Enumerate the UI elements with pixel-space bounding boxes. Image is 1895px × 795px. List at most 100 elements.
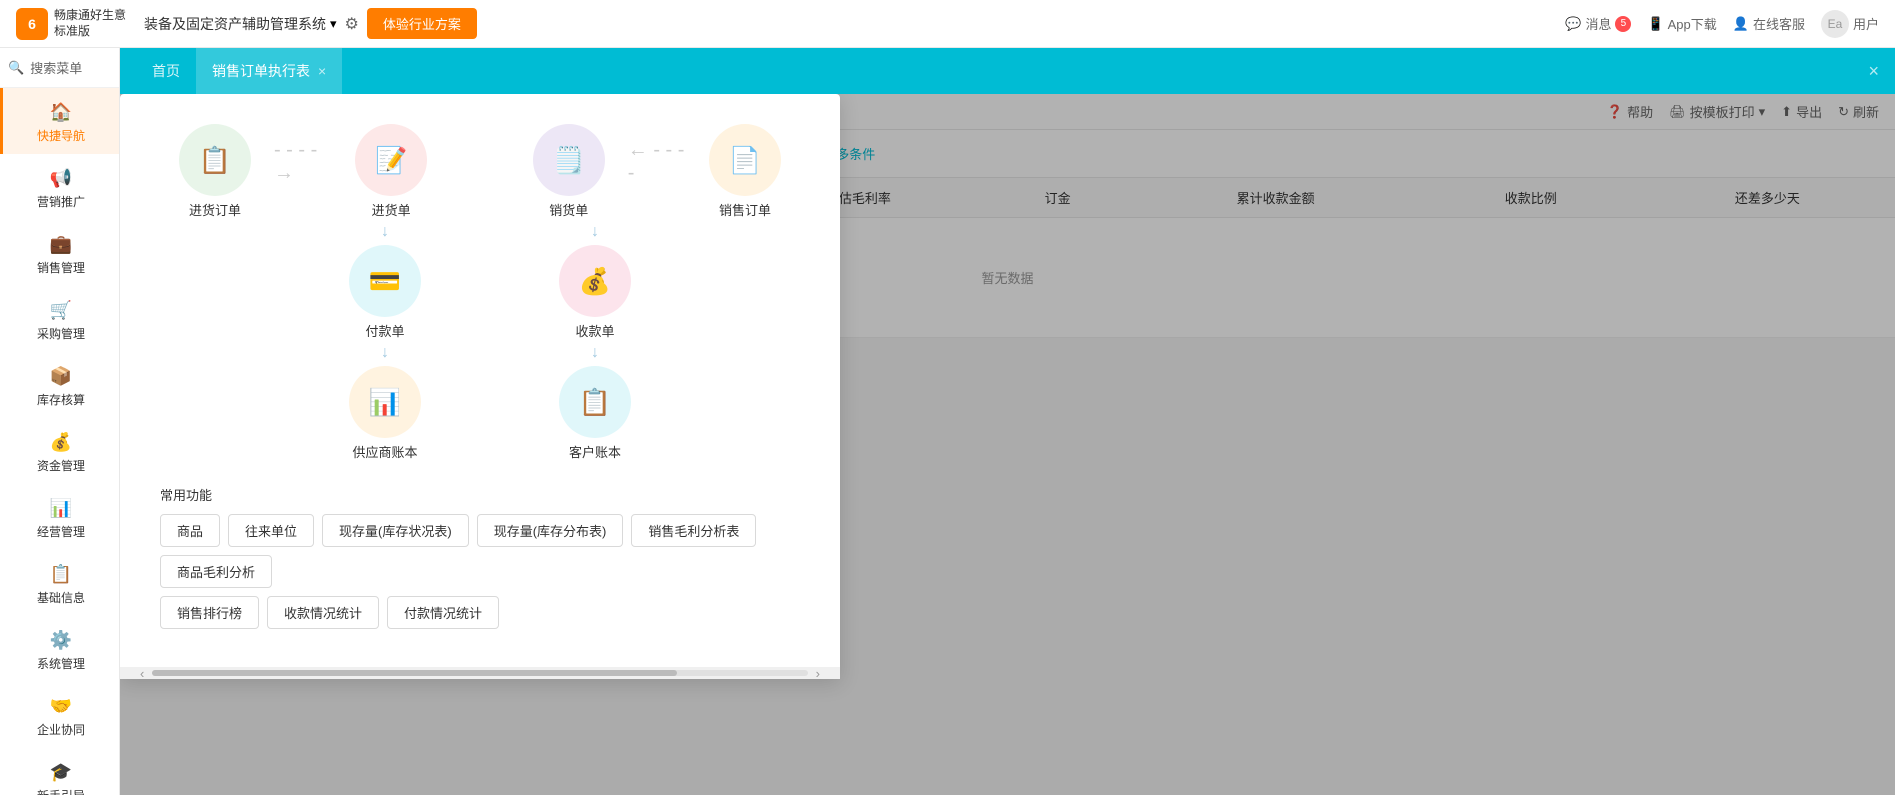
payment-slip-label: 付款单 [365,321,404,340]
payment-slip-circle[interactable]: 💳 [349,245,421,317]
download-icon: 📱 [1647,16,1663,32]
home-icon: 🏠 [50,102,72,123]
sales-order-node[interactable]: 📄 销售订单 [690,124,800,219]
purchase-invoice-node[interactable]: 📝 进货单 [336,124,446,219]
sidebar-item-label: 系统管理 [37,655,85,672]
marketing-icon: 📢 [50,168,72,189]
sidebar-item-label: 企业协同 [37,721,85,738]
sidebar-item-label: 经营管理 [37,523,85,540]
scroll-right-icon[interactable]: › [816,666,820,681]
sidebar-item-enterprise[interactable]: 🤝 企业协同 [0,682,119,748]
func-btn-stock-dist[interactable]: 现存量(库存分布表) [477,514,624,547]
func-btn-stock-status[interactable]: 现存量(库存状况表) [322,514,469,547]
user-avatar: Ea [1821,10,1849,38]
inventory-icon: 📦 [50,366,72,387]
spacer9 [450,344,530,362]
func-btn-receipt-stat[interactable]: 收款情况统计 [267,596,379,629]
scrollbar-track[interactable] [152,670,807,676]
try-button[interactable]: 体验行业方案 [367,8,477,39]
operations-icon: 📊 [50,498,72,519]
tab-home[interactable]: 首页 [136,48,196,94]
scrollbar-thumb [152,670,676,676]
purchase-icon: 🛒 [50,300,72,321]
page-content: ❓ 帮助 🖨 按模板打印 ▾ ⬆ 导出 ↻ 刷新 [120,94,1895,795]
sales-order-circle[interactable]: 📄 [709,124,781,196]
tab-close-icon[interactable]: × [318,63,326,79]
system-title: 装备及固定资产辅助管理系统 [144,14,326,34]
enterprise-icon: 🤝 [50,696,72,717]
user-action[interactable]: Ea 用户 [1821,10,1879,38]
finance-icon: 💰 [50,432,72,453]
header-right: 💬 消息 5 📱 App下载 👤 在线客服 Ea 用户 [1565,10,1879,38]
arrow-left-1: ← - - - - [628,139,686,205]
scroll-left-icon[interactable]: ‹ [140,666,144,681]
flow-modal-body: 📋 进货订单 - - - - → 📝 进货单 [120,94,840,667]
receipt-slip-circle[interactable]: 💰 [559,245,631,317]
supplier-account-circle[interactable]: 📊 [349,366,421,438]
sidebar-search[interactable]: 🔍 搜索菜单 [0,48,119,88]
sidebar-item-label: 库存核算 [37,391,85,408]
sidebar-item-quick-nav[interactable]: 🏠 快捷导航 [0,88,119,154]
receipt-slip-node[interactable]: 💰 收款单 [530,245,660,340]
message-action[interactable]: 💬 消息 5 [1565,14,1631,33]
func-btn-counterparty[interactable]: 往来单位 [228,514,314,547]
func-buttons-row2: 销售排行榜 收款情况统计 付款情况统计 [160,596,800,629]
func-btn-product-margin[interactable]: 商品毛利分析 [160,555,272,588]
dropdown-arrow-icon: ▾ [330,16,337,32]
func-buttons-row1: 商品 往来单位 现存量(库存状况表) 现存量(库存分布表) 销售毛利分析表 商品… [160,514,800,588]
sidebar-item-basic-info[interactable]: 📋 基础信息 [0,550,119,616]
spacer7 [160,344,290,362]
sidebar-item-marketing[interactable]: 📢 营销推广 [0,154,119,220]
sidebar-item-inventory[interactable]: 📦 库存核算 [0,352,119,418]
modal-scrollbar: ‹ › [120,667,840,679]
common-functions-title: 常用功能 [160,485,800,504]
purchase-invoice-circle[interactable]: 📝 [355,124,427,196]
sidebar-item-label: 销售管理 [37,259,85,276]
content-area: 首页 销售订单执行表 × × ❓ 帮助 [120,48,1895,795]
sidebar-item-label: 快捷导航 [37,127,85,144]
main-layout: 🔍 搜索菜单 🏠 快捷导航 📢 营销推广 💼 销售管理 🛒 采购管理 📦 [0,48,1895,795]
sidebar-item-purchase[interactable]: 🛒 采购管理 [0,286,119,352]
teal-header: 首页 销售订单执行表 × × [120,48,1895,94]
message-icon: 💬 [1565,16,1581,32]
sidebar-item-label: 基础信息 [37,589,85,606]
customer-account-circle[interactable]: 📋 [559,366,631,438]
sidebar-item-label: 资金管理 [37,457,85,474]
spacer8 [290,344,320,362]
search-label: 搜索菜单 [30,58,82,77]
sales-invoice-circle[interactable]: 🗒️ [533,124,605,196]
tab-sales-exec[interactable]: 销售订单执行表 × [196,48,342,94]
system-title-dropdown[interactable]: 装备及固定资产辅助管理系统 ▾ [144,14,337,34]
customer-account-node[interactable]: 📋 客户账本 [530,366,660,461]
header-left: 6 畅康通好生意 标准版 装备及固定资产辅助管理系统 ▾ ⚙ 体验行业方案 [16,8,477,40]
arrow-down-left: ↓ [320,223,450,241]
app-download-action[interactable]: 📱 App下载 [1647,14,1716,33]
settings-button[interactable]: ⚙ [345,14,359,34]
func-btn-product[interactable]: 商品 [160,514,220,547]
arrow-right-1: - - - - → [274,139,332,205]
purchase-order-label: 进货订单 [189,200,241,219]
sidebar-item-guide[interactable]: 🎓 新手引导 [0,748,119,795]
purchase-order-node[interactable]: 📋 进货订单 [160,124,270,219]
purchase-invoice-label: 进货单 [372,200,411,219]
payment-slip-node[interactable]: 💳 付款单 [320,245,450,340]
sales-invoice-node[interactable]: 🗒️ 销货单 [514,124,624,219]
sidebar-item-sales[interactable]: 💼 销售管理 [0,220,119,286]
online-service-action[interactable]: 👤 在线客服 [1733,14,1805,33]
close-all-tabs-button[interactable]: × [1868,61,1879,82]
sidebar-item-finance[interactable]: 💰 资金管理 [0,418,119,484]
sidebar-item-label: 营销推广 [37,193,85,210]
search-icon: 🔍 [8,60,24,76]
sidebar-item-system[interactable]: ⚙️ 系统管理 [0,616,119,682]
func-btn-sales-rank[interactable]: 销售排行榜 [160,596,259,629]
supplier-account-node[interactable]: 📊 供应商账本 [320,366,450,461]
sidebar-item-operations[interactable]: 📊 经营管理 [0,484,119,550]
overlay[interactable]: 📋 进货订单 - - - - → 📝 进货单 [120,94,1895,795]
purchase-order-circle[interactable]: 📋 [179,124,251,196]
common-functions: 常用功能 商品 往来单位 现存量(库存状况表) 现存量(库存分布表) 销售毛利分… [160,485,800,647]
func-btn-sales-margin[interactable]: 销售毛利分析表 [631,514,756,547]
sidebar-item-label: 新手引导 [37,787,85,795]
flow-modal: 📋 进货订单 - - - - → 📝 进货单 [120,94,840,679]
sales-invoice-label: 销货单 [549,200,588,219]
func-btn-payment-stat[interactable]: 付款情况统计 [387,596,499,629]
